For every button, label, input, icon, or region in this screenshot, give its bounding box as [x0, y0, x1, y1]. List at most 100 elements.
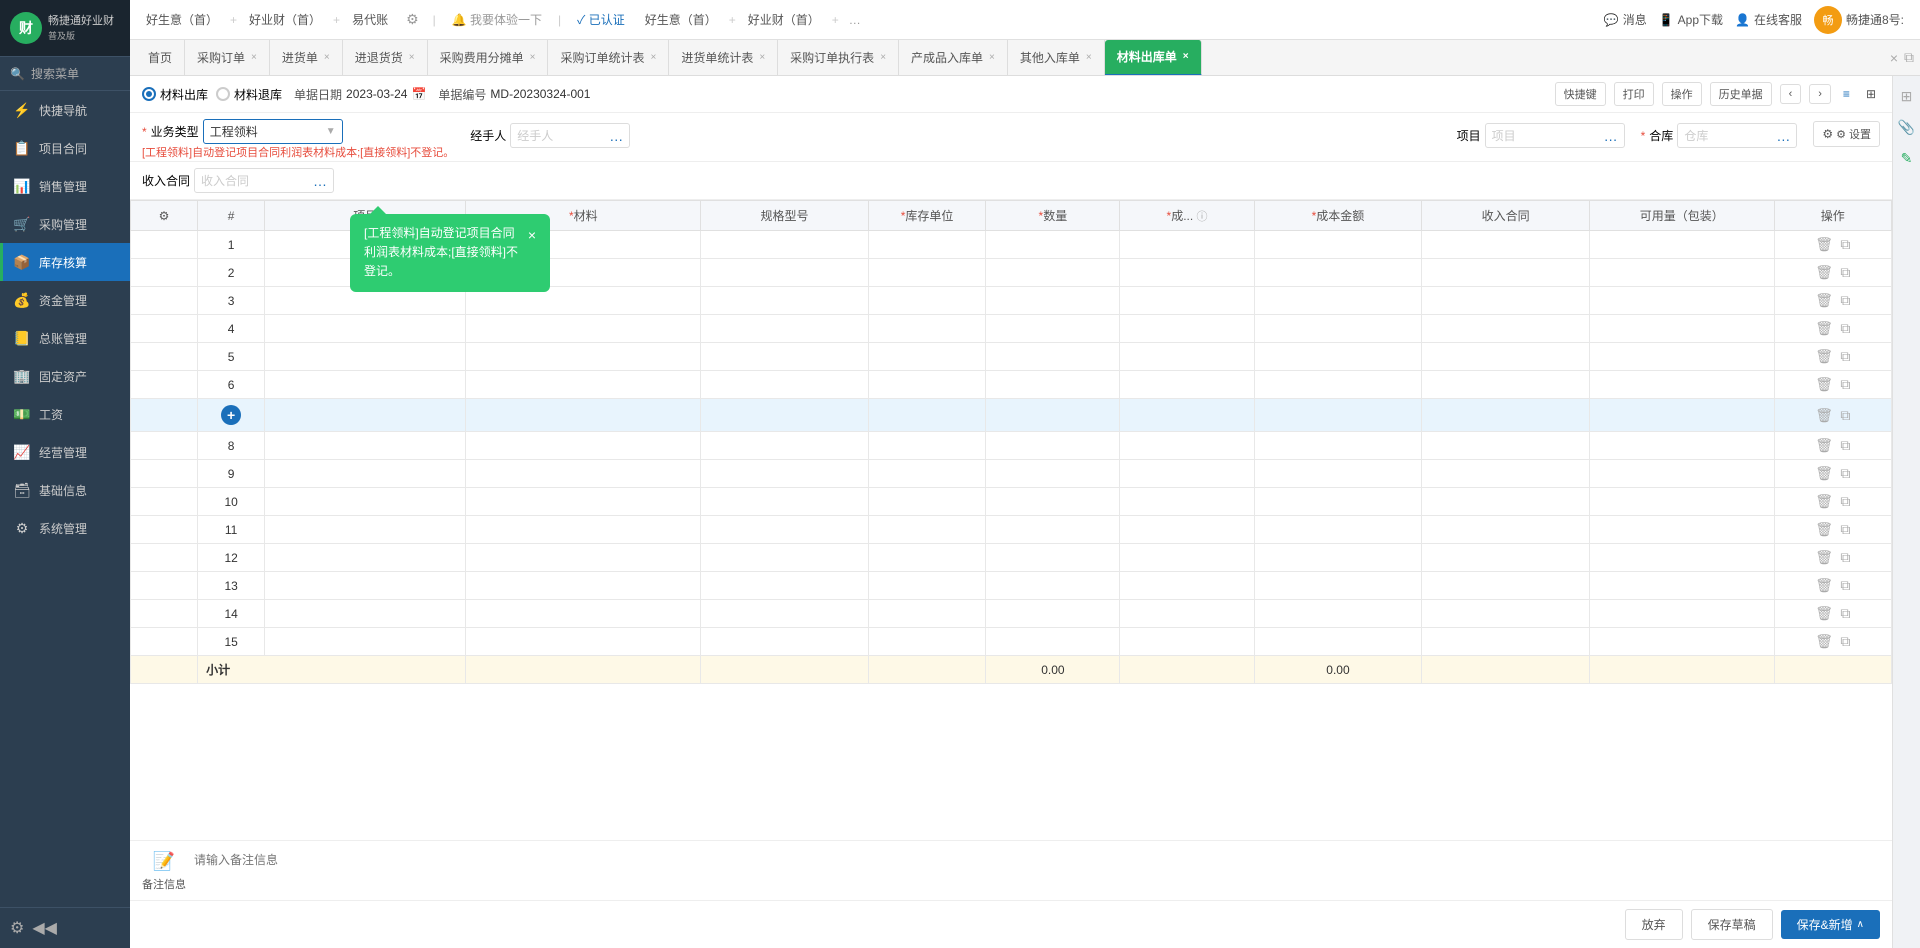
tab-other-in[interactable]: 其他入库单 ×	[1008, 40, 1105, 76]
save-new-btn[interactable]: 保存&新增 ∧	[1781, 910, 1880, 939]
copy-row-icon[interactable]: ⧉	[1840, 605, 1850, 621]
footer-collapse-icon[interactable]: ◀◀	[32, 918, 57, 938]
delete-row-icon[interactable]: 🗑	[1815, 320, 1833, 336]
th-settings[interactable]: ⚙	[131, 201, 198, 231]
history-btn[interactable]: 历史单据	[1710, 82, 1772, 106]
delete-row-icon[interactable]: 🗑	[1815, 236, 1833, 252]
delete-row-icon[interactable]: 🗑	[1815, 633, 1833, 649]
right-tool-clip-icon[interactable]: 📎	[1894, 115, 1919, 140]
copy-row-icon[interactable]: ⧉	[1840, 376, 1850, 392]
row-project-input[interactable]	[269, 408, 461, 422]
nav-prev-btn[interactable]: ‹	[1780, 84, 1802, 104]
delete-row-icon[interactable]: 🗑	[1815, 437, 1833, 453]
footer-settings-icon[interactable]: ⚙	[10, 918, 24, 938]
topbar-app-download[interactable]: 📱 App下载	[1659, 11, 1723, 28]
copy-row-icon[interactable]: ⧉	[1840, 521, 1850, 537]
tab-close-material-out[interactable]: ×	[1183, 51, 1189, 62]
topbar-tag-haoyecai[interactable]: 好业财（首）	[241, 9, 329, 30]
topbar-message[interactable]: 💬 消息	[1604, 11, 1647, 28]
tooltip-close-btn[interactable]: ×	[528, 224, 536, 246]
calendar-icon[interactable]: 📅	[411, 87, 426, 101]
tab-close-inbound[interactable]: ×	[324, 52, 330, 63]
ops-btn[interactable]: 操作	[1662, 82, 1702, 106]
sidebar-item-inventory[interactable]: 📦 库存核算	[0, 243, 130, 281]
tab-inbound-return[interactable]: 进退货货 ×	[343, 40, 428, 76]
sidebar-item-assets[interactable]: 🏢 固定资产	[0, 357, 130, 395]
copy-row-icon[interactable]: ⧉	[1840, 493, 1850, 509]
project-dots-icon[interactable]: …	[1604, 128, 1618, 144]
tab-inbound-stats[interactable]: 进货单统计表 ×	[669, 40, 778, 76]
agent-input[interactable]: 经手人 …	[510, 123, 630, 148]
topbar-online-support[interactable]: 👤 在线客服	[1735, 11, 1802, 28]
delete-row-icon[interactable]: 🗑	[1815, 292, 1833, 308]
delete-row-icon[interactable]: 🗑	[1815, 376, 1833, 392]
tab-restore-icon[interactable]: ⧉	[1904, 49, 1914, 66]
tab-purchase-stats[interactable]: 采购订单统计表 ×	[548, 40, 669, 76]
project-input[interactable]: 项目 …	[1485, 123, 1625, 148]
sidebar-item-project[interactable]: 📋 项目合同	[0, 129, 130, 167]
tab-close-purchase-order[interactable]: ×	[251, 52, 257, 63]
tab-close-all[interactable]: ×	[1890, 50, 1898, 66]
topbar-tag-verified[interactable]: ✓ 已认证	[569, 9, 633, 30]
tab-purchase-exec[interactable]: 采购订单执行表 ×	[778, 40, 899, 76]
copy-row-icon[interactable]: ⧉	[1840, 465, 1850, 481]
print-btn[interactable]: 打印	[1614, 82, 1654, 106]
topbar-tag-haoshengyi[interactable]: 好生意（首）	[138, 9, 226, 30]
settings-btn[interactable]: ⚙ ⚙ 设置	[1813, 121, 1880, 147]
topbar-settings-icon[interactable]: ⚙	[400, 9, 425, 30]
sidebar-item-purchase[interactable]: 🛒 采购管理	[0, 205, 130, 243]
copy-row-icon[interactable]: ⧉	[1840, 292, 1850, 308]
topbar-tag-try[interactable]: 🔔 我要体验一下	[444, 9, 550, 30]
radio-material-out[interactable]: 材料出库	[142, 86, 208, 103]
delete-row-icon[interactable]: 🗑	[1815, 605, 1833, 621]
warehouse-dots-icon[interactable]: …	[1776, 128, 1790, 144]
tab-material-out[interactable]: 材料出库单 ×	[1105, 40, 1202, 76]
delete-row-icon[interactable]: 🗑	[1815, 549, 1833, 565]
tab-close-purchase-expense[interactable]: ×	[530, 52, 536, 63]
right-tool-edit-icon[interactable]: ✎	[1897, 146, 1917, 171]
view-list-btn[interactable]: ≡	[1839, 85, 1854, 103]
topbar-tag-yidaizhang[interactable]: 易代账	[344, 9, 396, 30]
tab-close-purchase-exec[interactable]: ×	[880, 52, 886, 63]
add-row-btn[interactable]: +	[221, 405, 241, 425]
sidebar-item-nav[interactable]: ⚡ 快捷导航	[0, 91, 130, 129]
tab-purchase-expense[interactable]: 采购费用分摊单 ×	[428, 40, 549, 76]
tab-product-in[interactable]: 产成品入库单 ×	[899, 40, 1008, 76]
radio-material-return[interactable]: 材料退库	[216, 86, 282, 103]
tab-home[interactable]: 首页	[136, 40, 185, 76]
delete-row-icon[interactable]: 🗑	[1815, 348, 1833, 364]
business-type-select[interactable]: 工程领料 ▼	[203, 119, 343, 144]
sidebar-item-finance[interactable]: 💰 资金管理	[0, 281, 130, 319]
income-contract-dots-icon[interactable]: …	[313, 173, 327, 189]
sidebar-item-sales[interactable]: 📊 销售管理	[0, 167, 130, 205]
copy-row-icon[interactable]: ⧉	[1840, 437, 1850, 453]
shortcuts-btn[interactable]: 快捷键	[1555, 82, 1606, 106]
delete-row-icon[interactable]: 🗑	[1815, 521, 1833, 537]
delete-row-icon[interactable]: 🗑	[1815, 264, 1833, 280]
row-material-input[interactable]	[470, 408, 696, 422]
tab-purchase-order[interactable]: 采购订单 ×	[185, 40, 270, 76]
sidebar-item-ops[interactable]: 📈 经营管理	[0, 433, 130, 471]
sidebar-item-system[interactable]: ⚙ 系统管理	[0, 509, 130, 547]
income-contract-input[interactable]: 收入合同 …	[194, 168, 334, 193]
tab-inbound[interactable]: 进货单 ×	[270, 40, 343, 76]
copy-row-icon[interactable]: ⧉	[1840, 236, 1850, 252]
view-card-btn[interactable]: ⊞	[1862, 85, 1880, 103]
sidebar-search[interactable]: 🔍 搜索菜单	[0, 57, 130, 91]
delete-row-icon[interactable]: 🗑	[1815, 493, 1833, 509]
save-new-arrow-icon[interactable]: ∧	[1857, 919, 1864, 930]
save-draft-btn[interactable]: 保存草稿	[1691, 909, 1773, 940]
copy-row-icon[interactable]: ⧉	[1840, 320, 1850, 336]
row-material-cell[interactable]	[466, 399, 701, 432]
delete-row-icon[interactable]: 🗑	[1815, 407, 1833, 423]
copy-row-icon[interactable]: ⧉	[1840, 348, 1850, 364]
copy-row-icon[interactable]: ⧉	[1840, 264, 1850, 280]
notes-input[interactable]	[194, 849, 1880, 881]
discard-btn[interactable]: 放弃	[1625, 909, 1683, 940]
sidebar-item-accounting[interactable]: 📒 总账管理	[0, 319, 130, 357]
tab-close-inbound-return[interactable]: ×	[409, 52, 415, 63]
nav-next-btn[interactable]: ›	[1809, 84, 1831, 104]
copy-row-icon[interactable]: ⧉	[1840, 633, 1850, 649]
agent-dots-icon[interactable]: …	[609, 128, 623, 144]
right-tool-grid-icon[interactable]: ⊞	[1897, 84, 1917, 109]
